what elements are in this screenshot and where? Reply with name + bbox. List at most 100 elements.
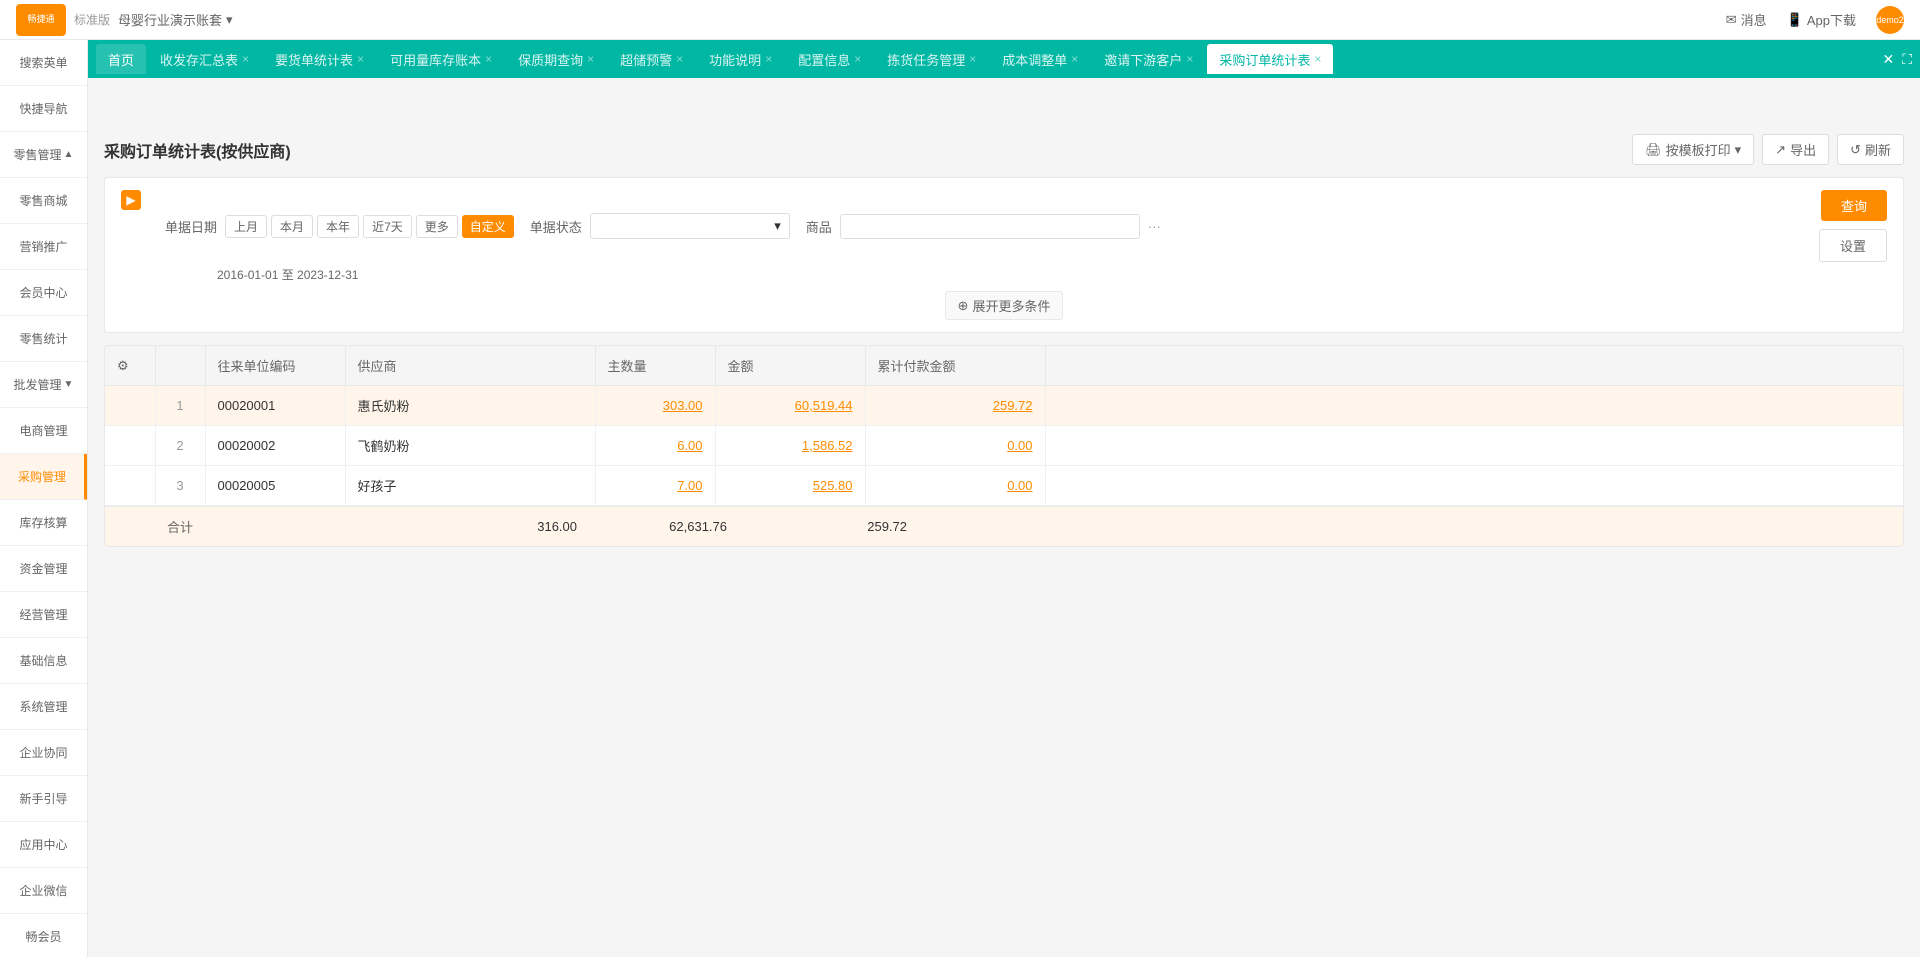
close-icon[interactable]: × — [1071, 52, 1078, 66]
row-amount-cell[interactable]: 60,519.44 — [715, 386, 865, 426]
row-settings-cell — [105, 466, 155, 506]
expand-icon: ⊕ — [958, 298, 969, 314]
close-icon[interactable]: × — [485, 52, 492, 66]
close-icon[interactable]: × — [854, 52, 861, 66]
sidebar-item-ecommerce[interactable]: 电商管理 — [0, 408, 87, 454]
tab-available-stock[interactable]: 可用量库存账本 × — [378, 44, 504, 74]
top-bar: 畅捷通 标准版 母婴行业演示账套 ▾ ✉ 消息 📱 App下载 demo2 — [0, 0, 1920, 40]
row-num-cell: 3 — [155, 466, 205, 506]
footer-paid: 259.72 — [727, 519, 907, 534]
export-button[interactable]: ↗ 导出 — [1762, 134, 1829, 165]
goods-filter-label: 商品 — [806, 217, 832, 236]
sidebar-item-basics[interactable]: 基础信息 — [0, 638, 87, 684]
close-window-icon[interactable]: ✕ — [1882, 51, 1894, 68]
fullscreen-icon[interactable]: ⛶ — [1902, 51, 1912, 68]
close-icon[interactable]: × — [1314, 52, 1321, 66]
row-amount-cell[interactable]: 525.80 — [715, 466, 865, 506]
row-amount-cell[interactable]: 1,586.52 — [715, 426, 865, 466]
sidebar-item-wholesale[interactable]: 批发管理 ▼ — [0, 362, 87, 408]
settings-icon[interactable]: ⚙ — [117, 358, 129, 373]
sidebar-item-search[interactable]: 搜索英单 — [0, 40, 87, 86]
date-btn-7days[interactable]: 近7天 — [363, 215, 412, 238]
row-paid-cell[interactable]: 0.00 — [865, 426, 1045, 466]
sidebar-item-retail-stats[interactable]: 零售统计 — [0, 316, 87, 362]
app-download-button[interactable]: 📱 App下载 — [1787, 10, 1856, 29]
close-icon[interactable]: × — [676, 52, 683, 66]
date-btn-custom[interactable]: 自定义 — [462, 215, 514, 238]
row-paid-cell[interactable]: 259.72 — [865, 386, 1045, 426]
goods-input[interactable] — [840, 214, 1140, 239]
goods-filter: 商品 ··· — [806, 214, 1161, 239]
col-header-extra — [1045, 346, 1903, 386]
top-bar-left: 畅捷通 标准版 母婴行业演示账套 ▾ — [16, 4, 233, 36]
sidebar-item-system[interactable]: 系统管理 — [0, 684, 87, 730]
tab-purchase-order-stats[interactable]: 采购订单统计表 × — [1207, 44, 1333, 74]
message-button[interactable]: ✉ 消息 — [1726, 10, 1767, 29]
sidebar-item-retail[interactable]: 零售管理 ▲ — [0, 132, 87, 178]
row-qty-cell[interactable]: 6.00 — [595, 426, 715, 466]
expand-more-button[interactable]: ⊕ 展开更多条件 — [945, 291, 1064, 320]
col-header-supplier: 供应商 — [345, 346, 595, 386]
status-filter-label: 单据状态 — [530, 217, 582, 236]
date-btn-this-year[interactable]: 本年 — [317, 215, 359, 238]
refresh-button[interactable]: ↺ 刷新 — [1837, 134, 1904, 165]
date-btn-more[interactable]: 更多 — [416, 215, 458, 238]
workspace-selector[interactable]: 母婴行业演示账套 ▾ — [118, 10, 233, 29]
sidebar-item-shortcut[interactable]: 快捷导航 — [0, 86, 87, 132]
date-btn-this-month[interactable]: 本月 — [271, 215, 313, 238]
row-qty-cell[interactable]: 7.00 — [595, 466, 715, 506]
date-btn-last-month[interactable]: 上月 — [225, 215, 267, 238]
page-title: 采购订单统计表(按供应商) — [104, 138, 291, 162]
sidebar-item-enterprise[interactable]: 企业协同 — [0, 730, 87, 776]
row-extra-cell — [1045, 426, 1903, 466]
status-select[interactable]: ▾ — [590, 213, 790, 239]
settings-button[interactable]: 设置 — [1819, 229, 1887, 262]
chevron-down-icon: ▾ — [774, 218, 781, 234]
tab-pick-task[interactable]: 拣货任务管理 × — [875, 44, 988, 74]
user-menu[interactable]: demo2 — [1876, 6, 1904, 34]
sidebar-item-app-center[interactable]: 应用中心 — [0, 822, 87, 868]
table-row[interactable]: 3 00020005 好孩子 7.00 525.80 0.00 — [105, 466, 1903, 506]
row-settings-cell — [105, 426, 155, 466]
table-row[interactable]: 2 00020002 飞鹤奶粉 6.00 1,586.52 0.00 — [105, 426, 1903, 466]
row-qty-cell[interactable]: 303.00 — [595, 386, 715, 426]
close-icon[interactable]: × — [765, 52, 772, 66]
tab-overstock-warning[interactable]: 超储预警 × — [608, 44, 695, 74]
sidebar-item-inventory[interactable]: 库存核算 — [0, 500, 87, 546]
print-button[interactable]: 🖨 按模板打印 ▾ — [1632, 134, 1754, 165]
close-icon[interactable]: × — [1186, 52, 1193, 66]
tab-invite-downstream[interactable]: 邀请下游客户 × — [1092, 44, 1205, 74]
tab-expiry-query[interactable]: 保质期查询 × — [506, 44, 606, 74]
row-paid-cell[interactable]: 0.00 — [865, 466, 1045, 506]
row-num-cell: 2 — [155, 426, 205, 466]
tab-collect-summary[interactable]: 收发存汇总表 × — [148, 44, 261, 74]
print-dropdown-icon: ▾ — [1735, 142, 1742, 158]
filter-toggle-arrow[interactable]: ▶ — [121, 190, 141, 210]
sidebar-item-wechat[interactable]: 企业微信 — [0, 868, 87, 914]
tab-home[interactable]: 首页 — [96, 44, 146, 74]
close-icon[interactable]: × — [969, 52, 976, 66]
sidebar-item-purchase[interactable]: 采购管理 — [0, 454, 87, 500]
tab-order-stats[interactable]: 要货单统计表 × — [263, 44, 376, 74]
table-header-row: ⚙ 往来单位编码 供应商 主数量 金额 累计付款金额 — [105, 346, 1903, 386]
table-row[interactable]: 1 00020001 惠氏奶粉 303.00 60,519.44 259.72 — [105, 386, 1903, 426]
refresh-icon: ↺ — [1850, 142, 1861, 158]
close-icon[interactable]: × — [357, 52, 364, 66]
sidebar-item-member2[interactable]: 畅会员 — [0, 914, 87, 957]
sidebar-item-marketing[interactable]: 营销推广 — [0, 224, 87, 270]
sidebar: 搜索英单 快捷导航 零售管理 ▲ 零售商城 营销推广 会员中心 零售统计 批发管… — [0, 40, 88, 957]
main-content: 采购订单统计表(按供应商) 🖨 按模板打印 ▾ ↗ 导出 ↺ 刷新 ▶ — [88, 118, 1920, 563]
sidebar-item-guide[interactable]: 新手引导 — [0, 776, 87, 822]
sidebar-item-operations[interactable]: 经营管理 — [0, 592, 87, 638]
row-code-cell: 00020005 — [205, 466, 345, 506]
sidebar-item-retail-shop[interactable]: 零售商城 — [0, 178, 87, 224]
close-icon[interactable]: × — [242, 52, 249, 66]
date-quick-btns: 上月 本月 本年 近7天 更多 自定义 — [225, 215, 514, 238]
close-icon[interactable]: × — [587, 52, 594, 66]
query-button[interactable]: 查询 — [1821, 190, 1887, 221]
sidebar-item-finance[interactable]: 资金管理 — [0, 546, 87, 592]
tab-cost-adjust[interactable]: 成本调整单 × — [990, 44, 1090, 74]
tab-function-desc[interactable]: 功能说明 × — [697, 44, 784, 74]
tab-config-info[interactable]: 配置信息 × — [786, 44, 873, 74]
sidebar-item-member[interactable]: 会员中心 — [0, 270, 87, 316]
